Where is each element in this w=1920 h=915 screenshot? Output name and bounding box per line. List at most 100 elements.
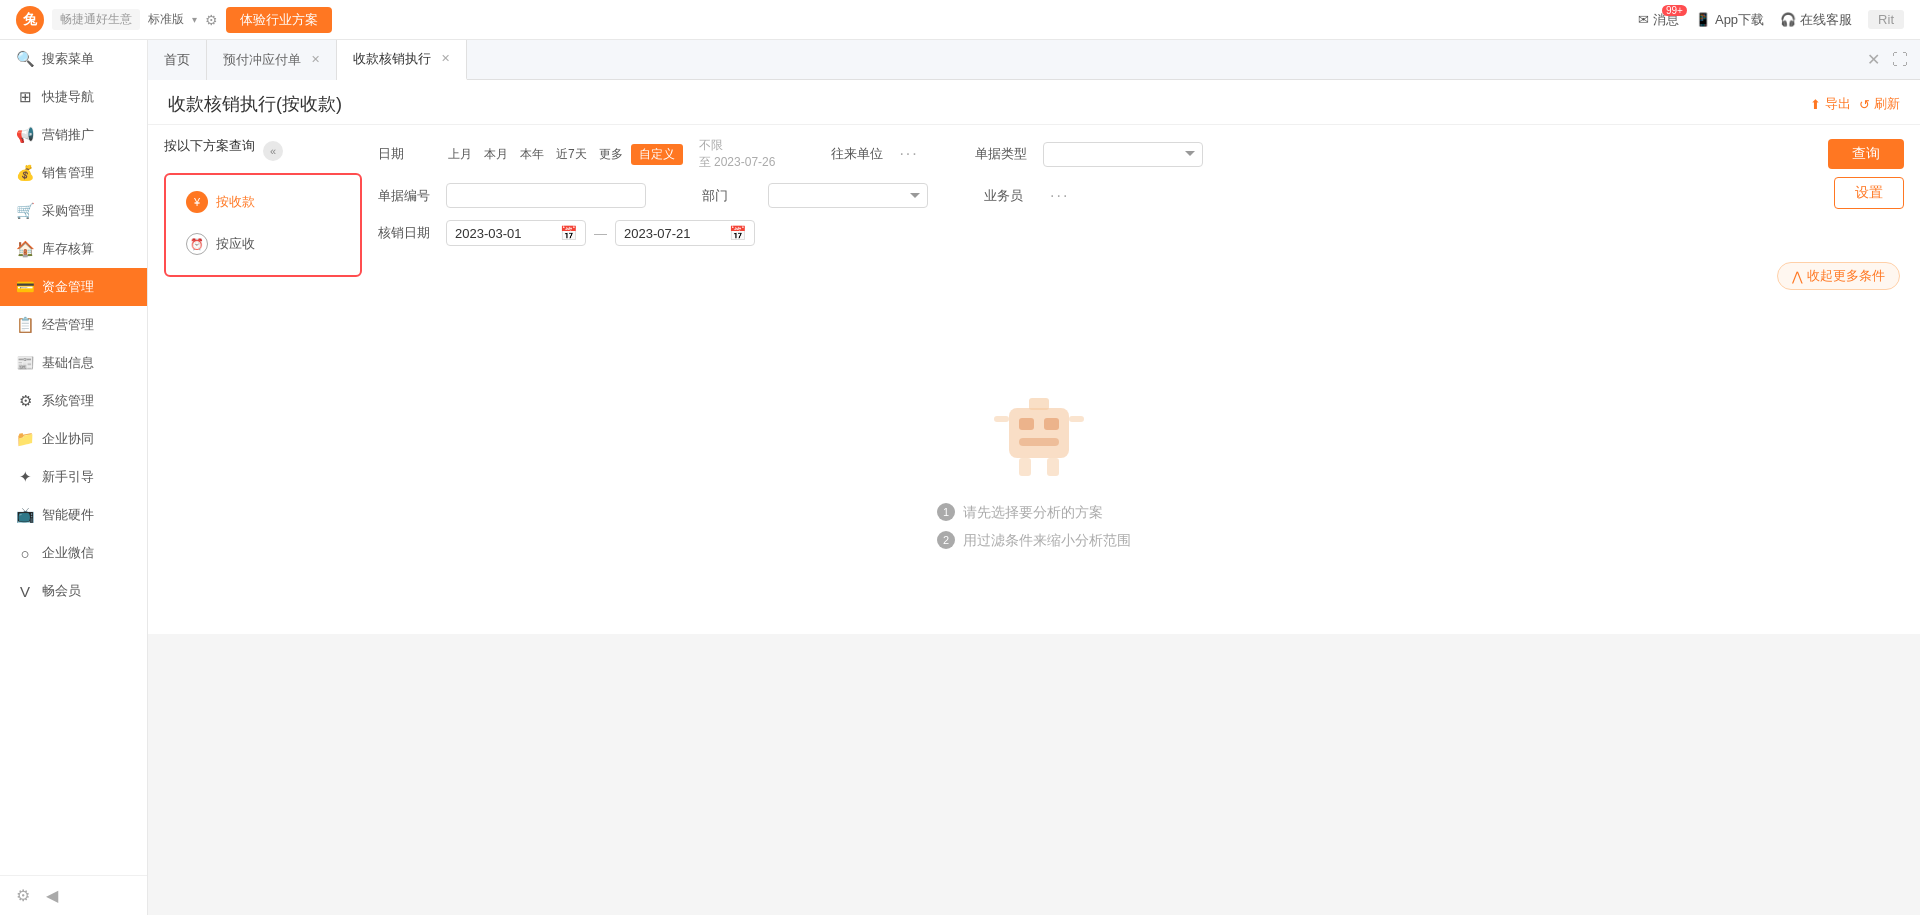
export-button[interactable]: ⬆ 导出 xyxy=(1810,95,1851,113)
empty-robot-svg xyxy=(984,378,1094,488)
refresh-button[interactable]: ↺ 刷新 xyxy=(1859,95,1900,113)
marketing-icon: 📢 xyxy=(16,126,34,144)
sidebar-item-purchase[interactable]: 🛒 采购管理 xyxy=(0,192,147,230)
solution-button[interactable]: 体验行业方案 xyxy=(226,7,332,33)
shortcut-last-month[interactable]: 上月 xyxy=(444,144,476,165)
tip-text-2: 用过滤条件来缩小分析范围 xyxy=(963,526,1131,554)
sidebar-item-label: 销售管理 xyxy=(42,164,94,182)
sidebar-item-marketing[interactable]: 📢 营销推广 xyxy=(0,116,147,154)
shortcut-more[interactable]: 更多 xyxy=(595,144,627,165)
collapse-up-icon: ⋀ xyxy=(1792,269,1803,284)
tab-receipt-verify[interactable]: 收款核销执行 ✕ xyxy=(337,40,467,80)
doc-type-label: 单据类型 xyxy=(975,145,1027,163)
sidebar-item-finance[interactable]: 💳 资金管理 xyxy=(0,268,147,306)
service-icon: 🎧 xyxy=(1780,12,1796,27)
staff-dots-button[interactable]: ··· xyxy=(1050,187,1069,205)
newguide-icon: ✦ xyxy=(16,468,34,486)
verify-date-start-input[interactable]: 2023-03-01 📅 xyxy=(446,220,586,246)
verify-date-range: 2023-03-01 📅 — 2023-07-21 📅 xyxy=(446,220,755,246)
filter-section-label: 按以下方案查询 xyxy=(164,137,255,155)
sidebar-item-basicinfo[interactable]: 📰 基础信息 xyxy=(0,344,147,382)
refresh-label: 刷新 xyxy=(1874,95,1900,113)
sidebar-item-label: 库存核算 xyxy=(42,240,94,258)
tab-close-all-button[interactable]: ✕ xyxy=(1863,46,1884,73)
topbar-chevron-icon[interactable]: ▾ xyxy=(192,14,197,25)
empty-state: 1 请先选择要分析的方案 2 用过滤条件来缩小分析范围 xyxy=(148,298,1920,634)
shortcut-7days[interactable]: 近7天 xyxy=(552,144,591,165)
svg-rect-3 xyxy=(1019,438,1059,446)
settings-button[interactable]: 设置 xyxy=(1834,177,1904,209)
sidebar-item-label: 采购管理 xyxy=(42,202,94,220)
sidebar-item-newguide[interactable]: ✦ 新手引导 xyxy=(0,458,147,496)
page-inner: 收款核销执行(按收款) ⬆ 导出 ↺ 刷新 xyxy=(148,80,1920,634)
date-shortcuts: 上月 本月 本年 近7天 更多 自定义 xyxy=(444,144,683,165)
dept-label: 部门 xyxy=(702,187,752,205)
date-nolimit-info: 不限 至 2023-07-26 xyxy=(699,137,776,171)
sidebar-item-wechat[interactable]: ○ 企业微信 xyxy=(0,534,147,572)
tip-item-2: 2 用过滤条件来缩小分析范围 xyxy=(937,526,1131,554)
export-icon: ⬆ xyxy=(1810,97,1821,112)
brand-label: 畅捷通好生意 xyxy=(52,9,140,30)
sales-icon: 💰 xyxy=(16,164,34,182)
tab-fullscreen-button[interactable]: ⛶ xyxy=(1888,47,1912,73)
query-button[interactable]: 查询 xyxy=(1828,139,1904,169)
message-button[interactable]: ✉ 消息 99+ xyxy=(1638,11,1679,29)
verify-date-end-input[interactable]: 2023-07-21 📅 xyxy=(615,220,755,246)
sidebar-item-label: 资金管理 xyxy=(42,278,94,296)
sidebar-item-label: 系统管理 xyxy=(42,392,94,410)
message-icon: ✉ xyxy=(1638,12,1649,27)
sidebar-item-label: 畅会员 xyxy=(42,582,81,600)
partner-dots-button[interactable]: ··· xyxy=(899,145,918,163)
inventory-icon: 🏠 xyxy=(16,240,34,258)
quicknav-icon: ⊞ xyxy=(16,88,34,106)
calendar-start-icon: 📅 xyxy=(560,225,577,241)
query-actions: 查询 设置 xyxy=(1824,137,1904,209)
svg-rect-6 xyxy=(1069,416,1084,422)
date-to: 至 2023-07-26 xyxy=(699,154,776,171)
sidebar-collapse-icon[interactable]: ◀ xyxy=(46,886,58,905)
by-receipt-icon: ¥ xyxy=(186,191,208,213)
sidebar-settings-icon[interactable]: ⚙ xyxy=(16,886,30,905)
filter-collapse-button[interactable]: « xyxy=(263,141,283,161)
tab-receipt-close[interactable]: ✕ xyxy=(441,52,450,65)
svg-rect-1 xyxy=(1019,418,1034,430)
shortcut-custom[interactable]: 自定义 xyxy=(631,144,683,165)
by-receivable-icon: ⏰ xyxy=(186,233,208,255)
doc-no-input[interactable] xyxy=(446,183,646,208)
sidebar-item-search[interactable]: 🔍 搜索菜单 xyxy=(0,40,147,78)
service-button[interactable]: 🎧 在线客服 xyxy=(1780,11,1852,29)
query-row-1: 日期 上月 本月 本年 近7天 更多 自定义 xyxy=(378,137,1808,171)
filter-option-by-receipt[interactable]: ¥ 按收款 xyxy=(174,183,352,221)
filter-options: ¥ 按收款 ⏰ 按应收 xyxy=(164,173,362,277)
verify-date-start-value: 2023-03-01 xyxy=(455,226,522,241)
date-nolimit: 不限 xyxy=(699,137,776,154)
filter-option-by-receivable[interactable]: ⏰ 按应收 xyxy=(174,225,352,263)
topbar-gear-icon[interactable]: ⚙ xyxy=(205,12,218,28)
sidebar-item-label: 智能硬件 xyxy=(42,506,94,524)
sidebar-item-system[interactable]: ⚙ 系统管理 xyxy=(0,382,147,420)
topbar: 兔 畅捷通好生意 标准版 ▾ ⚙ 体验行业方案 ✉ 消息 99+ 📱 App下载… xyxy=(0,0,1920,40)
sidebar-item-business[interactable]: 📋 经营管理 xyxy=(0,306,147,344)
svg-rect-8 xyxy=(1047,458,1059,476)
sidebar-item-quicknav[interactable]: ⊞ 快捷导航 xyxy=(0,78,147,116)
staff-label: 业务员 xyxy=(984,187,1034,205)
partner-label: 往来单位 xyxy=(831,145,883,163)
tab-home[interactable]: 首页 xyxy=(148,40,207,80)
sidebar-item-member[interactable]: V 畅会员 xyxy=(0,572,147,610)
tab-prepay[interactable]: 预付冲应付单 ✕ xyxy=(207,40,337,80)
app-download-button[interactable]: 📱 App下载 xyxy=(1695,11,1764,29)
doc-type-select[interactable] xyxy=(1043,142,1203,167)
page-content: 收款核销执行(按收款) ⬆ 导出 ↺ 刷新 xyxy=(148,80,1920,915)
sidebar-item-hardware[interactable]: 📺 智能硬件 xyxy=(0,496,147,534)
tab-prepay-close[interactable]: ✕ xyxy=(311,53,320,66)
sidebar-item-label: 搜索菜单 xyxy=(42,50,94,68)
collapse-more-label: 收起更多条件 xyxy=(1807,267,1885,285)
sidebar-item-collab[interactable]: 📁 企业协同 xyxy=(0,420,147,458)
shortcut-this-month[interactable]: 本月 xyxy=(480,144,512,165)
sidebar-item-inventory[interactable]: 🏠 库存核算 xyxy=(0,230,147,268)
collapse-more-button[interactable]: ⋀ 收起更多条件 xyxy=(1777,262,1900,290)
shortcut-this-year[interactable]: 本年 xyxy=(516,144,548,165)
sidebar-item-sales[interactable]: 💰 销售管理 xyxy=(0,154,147,192)
by-receivable-label: 按应收 xyxy=(216,235,255,253)
dept-select[interactable] xyxy=(768,183,928,208)
